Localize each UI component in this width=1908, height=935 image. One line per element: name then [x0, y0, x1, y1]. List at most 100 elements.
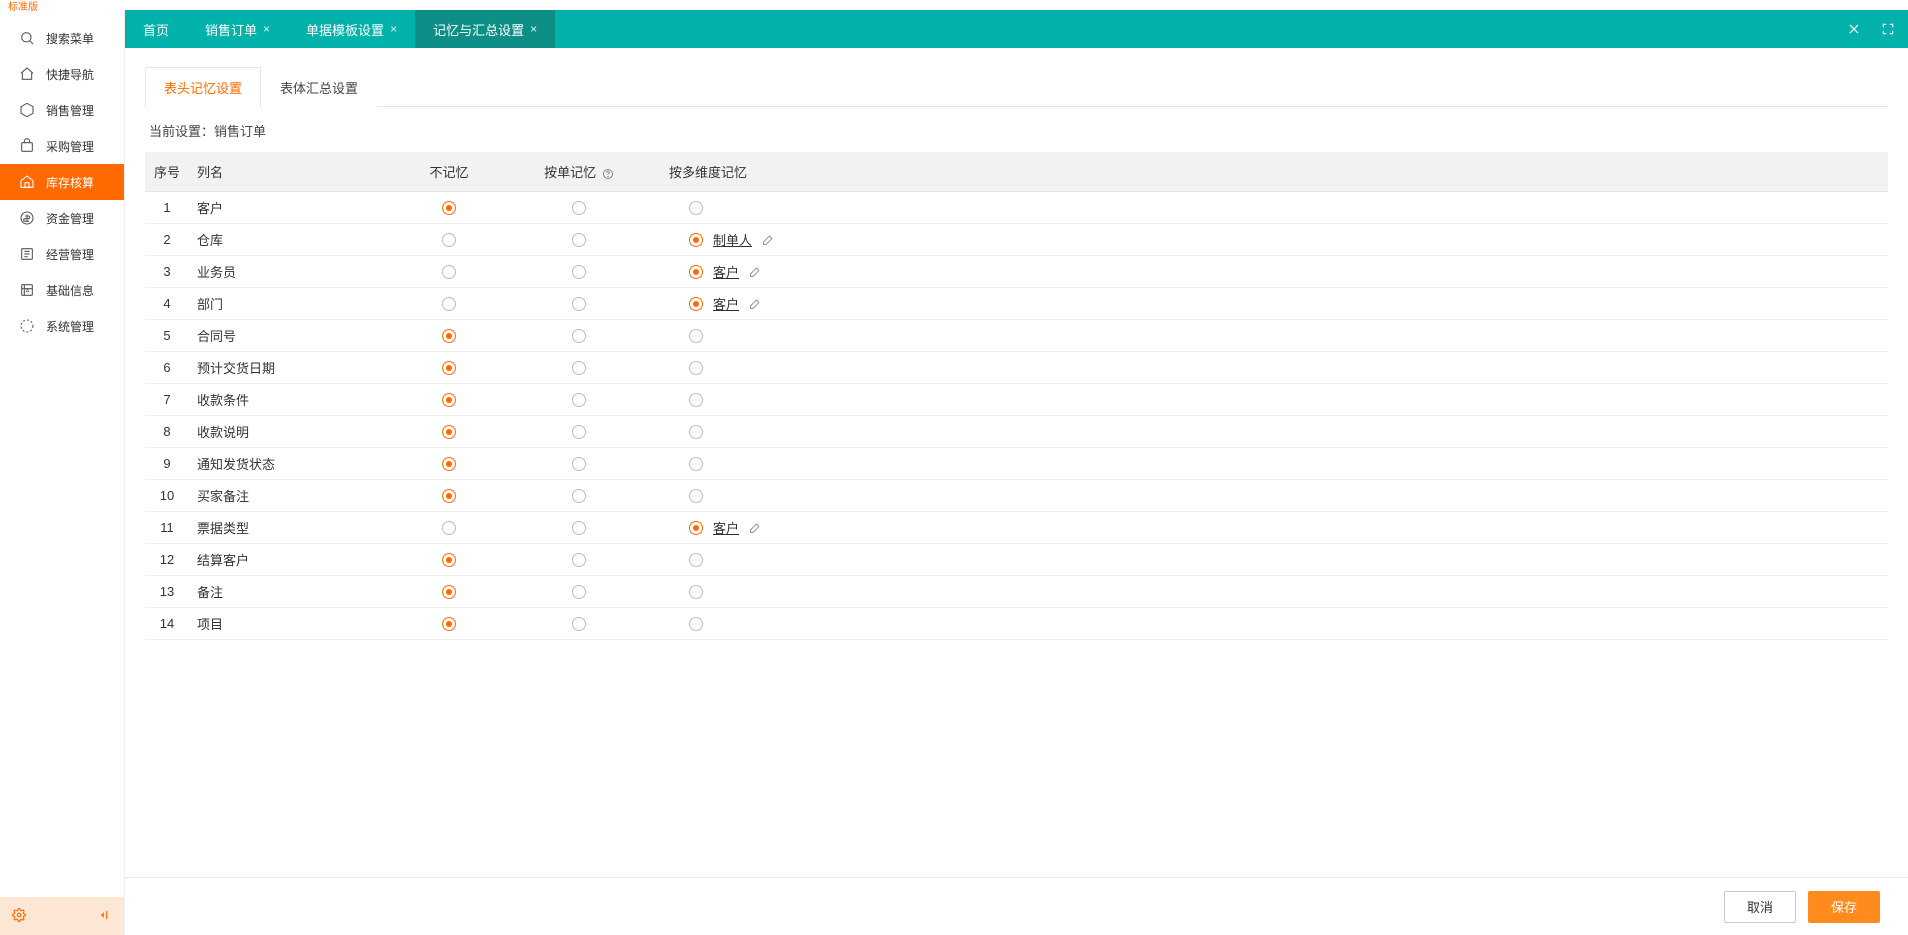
edit-icon[interactable]	[749, 266, 761, 278]
tab-记忆与汇总设置[interactable]: 记忆与汇总设置×	[415, 10, 555, 48]
search-icon	[18, 29, 36, 47]
radio-no-memory[interactable]	[442, 233, 456, 247]
cell-name: 仓库	[189, 224, 389, 256]
sidebar-item-fund[interactable]: 资金管理	[0, 200, 124, 236]
radio-by-multi[interactable]	[689, 297, 703, 311]
sidebar-item-inventory[interactable]: 库存核算	[0, 164, 124, 200]
radio-by-multi[interactable]	[689, 521, 703, 535]
radio-by-order[interactable]	[572, 201, 586, 215]
sidebar-item-system[interactable]: 系统管理	[0, 308, 124, 344]
sidebar-item-search[interactable]: 搜索菜单	[0, 20, 124, 56]
sidebar-item-label: 采购管理	[46, 138, 94, 155]
sidebar-item-sale[interactable]: 销售管理	[0, 92, 124, 128]
table-row: 7收款条件	[145, 384, 1888, 416]
radio-by-multi[interactable]	[689, 265, 703, 279]
edit-icon[interactable]	[749, 298, 761, 310]
radio-by-multi[interactable]	[689, 553, 703, 567]
tab-单据模板设置[interactable]: 单据模板设置×	[288, 10, 415, 48]
current-setting: 当前设置：销售订单	[145, 107, 1888, 152]
radio-by-order[interactable]	[572, 457, 586, 471]
radio-by-order[interactable]	[572, 329, 586, 343]
radio-no-memory[interactable]	[442, 585, 456, 599]
tab-close-icon[interactable]: ×	[390, 22, 397, 36]
radio-no-memory[interactable]	[442, 201, 456, 215]
cell-name: 通知发货状态	[189, 448, 389, 480]
radio-no-memory[interactable]	[442, 361, 456, 375]
radio-no-memory[interactable]	[442, 489, 456, 503]
svg-text:A: A	[26, 289, 30, 295]
radio-no-memory[interactable]	[442, 617, 456, 631]
sidebar-collapse-icon[interactable]	[98, 908, 112, 925]
base-icon: A	[18, 281, 36, 299]
inner-tab-表体汇总设置[interactable]: 表体汇总设置	[261, 67, 377, 107]
cell-seq: 2	[145, 224, 189, 256]
table-row: 13备注	[145, 576, 1888, 608]
help-icon[interactable]	[602, 168, 614, 180]
tab-销售订单[interactable]: 销售订单×	[187, 10, 288, 48]
th-name: 列名	[189, 152, 389, 192]
multi-dim-value[interactable]: 客户	[713, 518, 739, 537]
radio-by-multi[interactable]	[689, 457, 703, 471]
radio-by-multi[interactable]	[689, 361, 703, 375]
tab-首页[interactable]: 首页	[125, 10, 187, 48]
sidebar-item-home[interactable]: 快捷导航	[0, 56, 124, 92]
radio-by-order[interactable]	[572, 265, 586, 279]
radio-by-order[interactable]	[572, 617, 586, 631]
sidebar-item-label: 快捷导航	[46, 66, 94, 83]
radio-by-order[interactable]	[572, 489, 586, 503]
multi-dim-value[interactable]: 制单人	[713, 230, 752, 249]
fullscreen-icon[interactable]	[1876, 17, 1900, 41]
gear-icon[interactable]	[12, 908, 26, 925]
th-seq: 序号	[145, 152, 189, 192]
th-by-multi: 按多维度记忆	[649, 152, 1888, 192]
radio-by-order[interactable]	[572, 361, 586, 375]
tab-close-icon[interactable]: ×	[530, 22, 537, 36]
radio-by-multi[interactable]	[689, 201, 703, 215]
inner-tab-表头记忆设置[interactable]: 表头记忆设置	[145, 67, 261, 107]
edit-icon[interactable]	[749, 522, 761, 534]
save-button[interactable]: 保存	[1808, 891, 1880, 923]
edit-icon[interactable]	[762, 234, 774, 246]
sidebar-footer	[0, 897, 124, 935]
sidebar-item-ops[interactable]: 经营管理	[0, 236, 124, 272]
radio-by-order[interactable]	[572, 425, 586, 439]
th-by-order: 按单记忆	[509, 152, 649, 192]
radio-by-multi[interactable]	[689, 617, 703, 631]
radio-by-multi[interactable]	[689, 489, 703, 503]
multi-dim-value[interactable]: 客户	[713, 262, 739, 281]
sidebar-item-purchase[interactable]: 采购管理	[0, 128, 124, 164]
cell-name: 预计交货日期	[189, 352, 389, 384]
radio-by-order[interactable]	[572, 553, 586, 567]
ops-icon	[18, 245, 36, 263]
radio-no-memory[interactable]	[442, 425, 456, 439]
radio-no-memory[interactable]	[442, 329, 456, 343]
cell-name: 结算客户	[189, 544, 389, 576]
radio-by-order[interactable]	[572, 521, 586, 535]
radio-by-order[interactable]	[572, 297, 586, 311]
tab-close-icon[interactable]: ×	[263, 22, 270, 36]
close-all-tabs-icon[interactable]	[1842, 17, 1866, 41]
radio-by-order[interactable]	[572, 393, 586, 407]
radio-by-multi[interactable]	[689, 329, 703, 343]
radio-no-memory[interactable]	[442, 393, 456, 407]
radio-by-multi[interactable]	[689, 393, 703, 407]
radio-by-order[interactable]	[572, 233, 586, 247]
cell-seq: 7	[145, 384, 189, 416]
cancel-button[interactable]: 取消	[1724, 891, 1796, 923]
sidebar-item-label: 经营管理	[46, 246, 94, 263]
cell-seq: 13	[145, 576, 189, 608]
radio-no-memory[interactable]	[442, 457, 456, 471]
radio-by-multi[interactable]	[689, 233, 703, 247]
settings-panel: 表头记忆设置表体汇总设置 当前设置：销售订单 序号 列名 不记忆 按单记忆	[125, 48, 1908, 877]
sidebar-item-base[interactable]: A基础信息	[0, 272, 124, 308]
radio-no-memory[interactable]	[442, 265, 456, 279]
radio-by-multi[interactable]	[689, 585, 703, 599]
multi-dim-value[interactable]: 客户	[713, 294, 739, 313]
radio-no-memory[interactable]	[442, 521, 456, 535]
radio-by-multi[interactable]	[689, 425, 703, 439]
radio-by-order[interactable]	[572, 585, 586, 599]
table-row: 9通知发货状态	[145, 448, 1888, 480]
radio-no-memory[interactable]	[442, 297, 456, 311]
inventory-icon	[18, 173, 36, 191]
radio-no-memory[interactable]	[442, 553, 456, 567]
